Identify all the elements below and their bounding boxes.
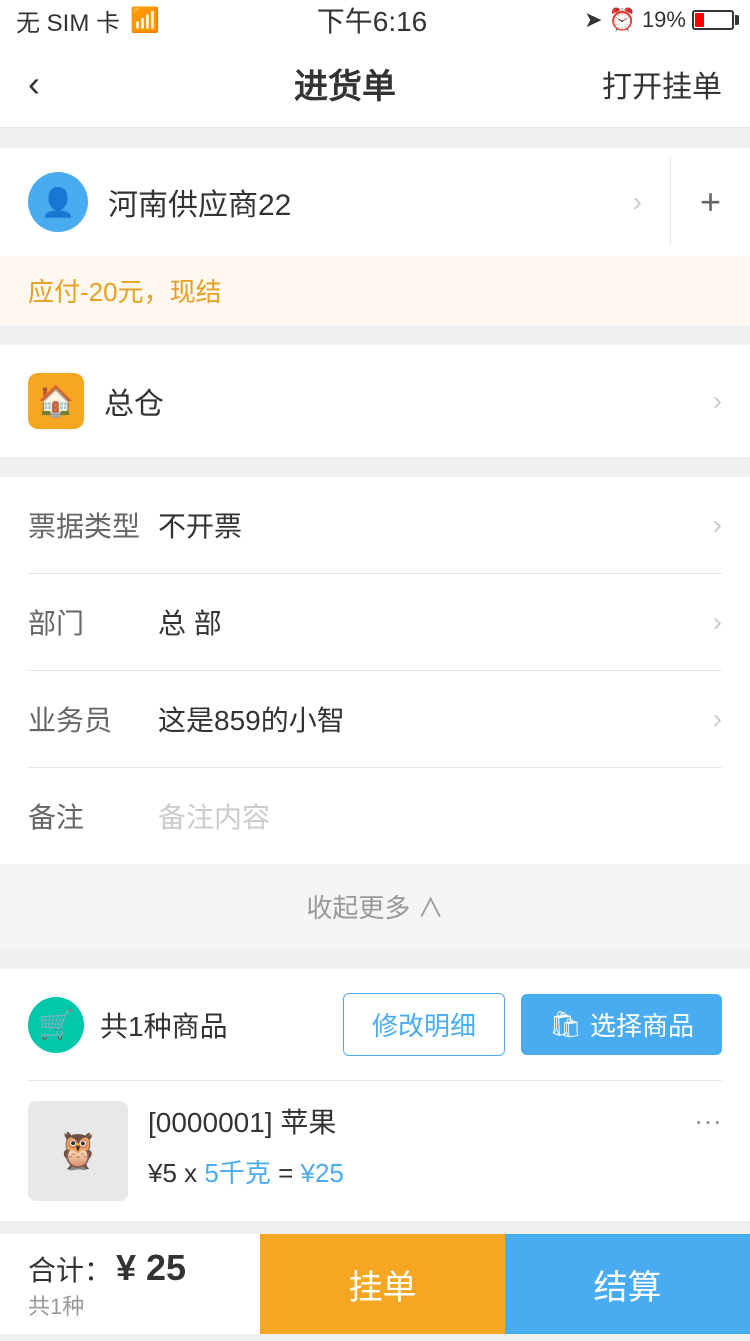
form-section: 票据类型 不开票 › 部门 总 部 › 业务员 这是859的小智 › 备注 备注… bbox=[0, 477, 750, 864]
salesperson-label: 业务员 bbox=[28, 699, 148, 739]
ticket-type-value: 不开票 bbox=[148, 505, 703, 545]
products-count: 共1种商品 bbox=[100, 1005, 343, 1045]
product-unit-price: ¥5 bbox=[148, 1158, 177, 1188]
remark-label: 备注 bbox=[28, 796, 148, 836]
products-header: 🛒 共1种商品 修改明细 🛍 选择商品 bbox=[0, 969, 750, 1080]
product-id: [0000001] bbox=[148, 1107, 273, 1138]
select-product-label: 选择商品 bbox=[590, 1006, 694, 1043]
remark-row[interactable]: 备注 备注内容 bbox=[0, 768, 750, 864]
alarm-icon: ⏰ bbox=[609, 7, 636, 33]
select-product-button[interactable]: 🛍 选择商品 bbox=[521, 994, 722, 1055]
footer: 合计： ¥ 25 共1种 挂单 结算 bbox=[0, 1234, 750, 1334]
product-more-button[interactable]: ··· bbox=[662, 1101, 722, 1137]
divider-4 bbox=[0, 949, 750, 969]
status-time: 下午6:16 bbox=[317, 0, 428, 40]
warehouse-icon: 🏠 bbox=[28, 373, 84, 429]
battery-percent: 19% bbox=[642, 7, 686, 33]
product-item: 🦉 [0000001] 苹果 ¥5 x 5千克 = ¥25 ··· bbox=[0, 1081, 750, 1221]
department-value: 总 部 bbox=[148, 602, 703, 642]
status-bar: 无 SIM 卡 📶 下午6:16 ➤ ⏰ 19% bbox=[0, 0, 750, 40]
hang-order-button[interactable]: 挂单 bbox=[260, 1234, 505, 1334]
total-amount: ¥ 25 bbox=[116, 1247, 186, 1289]
nav-bar: ‹ 进货单 打开挂单 bbox=[0, 40, 750, 128]
product-total: ¥25 bbox=[301, 1158, 344, 1188]
warehouse-chevron-icon: › bbox=[713, 385, 722, 417]
ticket-type-chevron-icon: › bbox=[713, 509, 722, 541]
department-chevron-icon: › bbox=[713, 606, 722, 638]
product-title: 苹果 bbox=[280, 1107, 336, 1138]
wifi-icon: 📶 bbox=[130, 6, 160, 35]
add-supplier-button[interactable]: + bbox=[670, 158, 750, 246]
divider-2 bbox=[0, 325, 750, 345]
department-row[interactable]: 部门 总 部 › bbox=[0, 574, 750, 670]
supplier-name: 河南供应商22 bbox=[108, 180, 623, 224]
salesperson-row[interactable]: 业务员 这是859的小智 › bbox=[0, 671, 750, 767]
product-price: ¥5 x 5千克 = ¥25 bbox=[148, 1153, 662, 1190]
back-button[interactable]: ‹ bbox=[28, 63, 88, 105]
product-thumbnail: 🦉 bbox=[28, 1101, 128, 1201]
remark-value: 备注内容 bbox=[148, 796, 722, 836]
supplier-section: 👤 河南供应商22 › + bbox=[0, 148, 750, 256]
warehouse-name: 总仓 bbox=[104, 379, 703, 423]
salesperson-value: 这是859的小智 bbox=[148, 699, 703, 739]
total-sub: 共1种 bbox=[28, 1289, 232, 1321]
product-info: [0000001] 苹果 ¥5 x 5千克 = ¥25 bbox=[148, 1101, 662, 1190]
footer-total: 合计： ¥ 25 共1种 bbox=[0, 1234, 260, 1334]
ticket-type-label: 票据类型 bbox=[28, 505, 148, 545]
warehouse-select-button[interactable]: 🏠 总仓 › bbox=[0, 345, 750, 457]
avatar-icon: 👤 bbox=[41, 186, 76, 219]
location-icon: ➤ bbox=[584, 7, 602, 33]
total-label: 合计： bbox=[28, 1249, 112, 1289]
settle-button[interactable]: 结算 bbox=[505, 1234, 750, 1334]
product-quantity: 5千克 bbox=[204, 1158, 270, 1188]
chevron-right-icon: › bbox=[633, 186, 642, 218]
divider-1 bbox=[0, 128, 750, 148]
products-icon: 🛒 bbox=[28, 997, 84, 1053]
cart-icon: 🛍 bbox=[549, 1009, 582, 1040]
status-right: ➤ ⏰ 19% bbox=[584, 7, 734, 33]
divider-3 bbox=[0, 457, 750, 477]
status-left: 无 SIM 卡 📶 bbox=[16, 3, 160, 38]
salesperson-chevron-icon: › bbox=[713, 703, 722, 735]
open-pending-button[interactable]: 打开挂单 bbox=[602, 62, 722, 106]
ticket-type-row[interactable]: 票据类型 不开票 › bbox=[0, 477, 750, 573]
collapse-button[interactable]: 收起更多 ∧ bbox=[0, 864, 750, 949]
product-name: [0000001] 苹果 bbox=[148, 1101, 662, 1141]
supplier-avatar: 👤 bbox=[28, 172, 88, 232]
product-multiply: x bbox=[184, 1158, 204, 1188]
carrier-text: 无 SIM 卡 bbox=[16, 3, 120, 38]
product-equals: = bbox=[278, 1158, 300, 1188]
edit-details-button[interactable]: 修改明细 bbox=[343, 993, 505, 1056]
battery-icon bbox=[692, 10, 734, 30]
products-section: 🛒 共1种商品 修改明细 🛍 选择商品 🦉 [0000001] 苹果 ¥5 x … bbox=[0, 969, 750, 1221]
supplier-select-button[interactable]: 👤 河南供应商22 › bbox=[0, 148, 670, 256]
page-title: 进货单 bbox=[294, 59, 396, 108]
warning-banner: 应付-20元，现结 bbox=[0, 256, 750, 325]
department-label: 部门 bbox=[28, 602, 148, 642]
